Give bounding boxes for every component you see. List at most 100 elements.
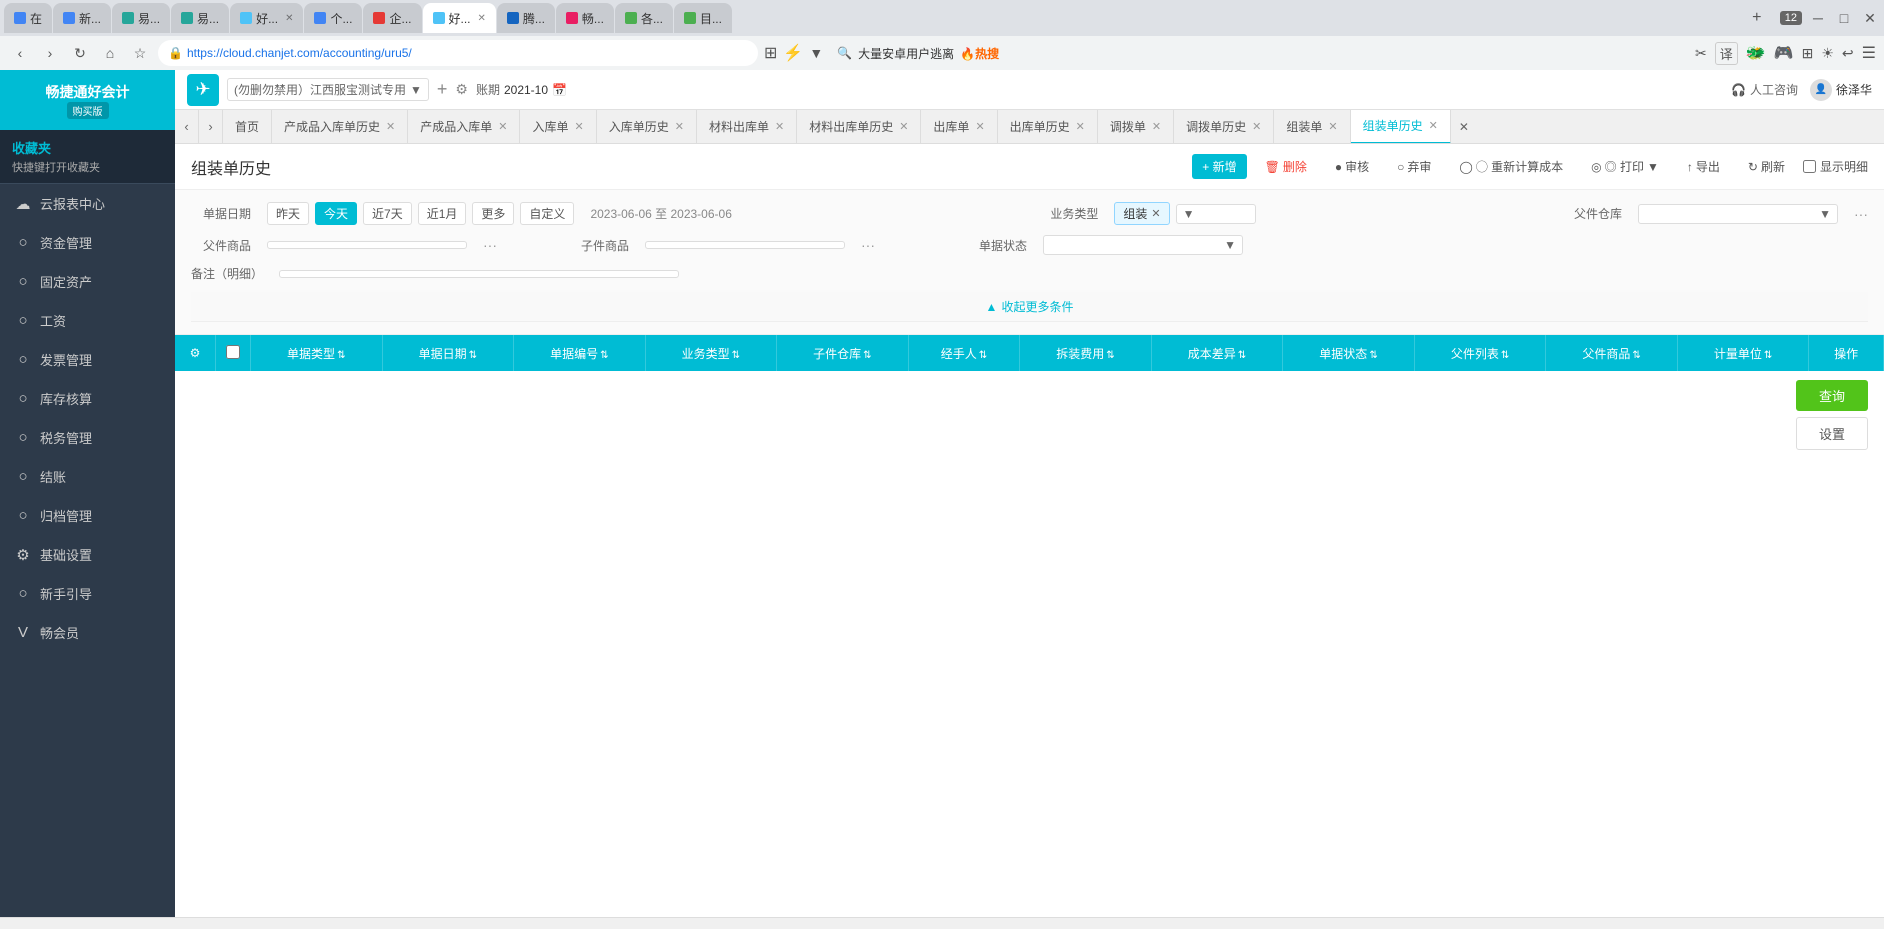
sidebar-item-税务管理[interactable]: ○税务管理: [0, 418, 175, 457]
page-tab-调拨单[interactable]: 调拨单✕: [1098, 110, 1174, 144]
show-detail-checkbox[interactable]: [1803, 160, 1816, 173]
page-tab-材料出库单历史[interactable]: 材料出库单历史✕: [797, 110, 921, 144]
tag-remove-btn[interactable]: ✕: [1151, 207, 1160, 220]
col-unit[interactable]: 计量单位⇅: [1677, 335, 1809, 371]
parent-warehouse-dropdown[interactable]: ▼: [1638, 204, 1838, 224]
select-all-checkbox[interactable]: [226, 345, 240, 359]
page-tab-产成品入库单历史[interactable]: 产成品入库单历史✕: [272, 110, 408, 144]
close-button[interactable]: ✕: [1860, 10, 1880, 27]
delete-btn[interactable]: 🗑 删除: [1255, 154, 1317, 179]
child-goods-input[interactable]: [645, 241, 845, 249]
col-bill-date[interactable]: 单据日期⇅: [382, 335, 514, 371]
sidebar-item-资金管理[interactable]: ○资金管理: [0, 223, 175, 262]
page-tab-close[interactable]: ✕: [1429, 119, 1438, 132]
browser-tab-9[interactable]: 腾...: [497, 3, 555, 33]
date-btn-今天[interactable]: 今天: [315, 202, 357, 225]
period-selector[interactable]: 账期 2021-10 📅: [476, 81, 567, 98]
new-btn[interactable]: + 新增: [1192, 154, 1246, 179]
table-checkbox-col[interactable]: [216, 335, 251, 371]
sidebar-item-畅会员[interactable]: V畅会员: [0, 613, 175, 652]
export-btn[interactable]: ↑ 导出: [1677, 154, 1730, 179]
grid-icon[interactable]: ⊞: [1802, 45, 1814, 62]
menu-icon[interactable]: ☰: [1862, 43, 1876, 63]
settings-btn[interactable]: ⚙: [455, 81, 468, 98]
browser-tab-7[interactable]: 企...: [363, 3, 421, 33]
page-tab-调拨单历史[interactable]: 调拨单历史✕: [1174, 110, 1274, 144]
refresh-btn[interactable]: ↻ 刷新: [1738, 154, 1795, 179]
table-settings-col[interactable]: ⚙: [175, 335, 216, 371]
date-btn-自定义[interactable]: 自定义: [520, 202, 574, 225]
sun-icon[interactable]: ☀: [1821, 45, 1834, 62]
undo-icon[interactable]: ↩: [1842, 45, 1854, 62]
page-tab-首页[interactable]: 首页: [223, 110, 272, 144]
minimize-button[interactable]: ─: [1808, 10, 1828, 26]
col-bill-no[interactable]: 单据编号⇅: [514, 335, 646, 371]
sidebar-item-工资[interactable]: ○工资: [0, 301, 175, 340]
back-button[interactable]: ‹: [8, 41, 32, 65]
date-btn-近7天[interactable]: 近7天: [363, 202, 412, 225]
page-tab-close[interactable]: ✕: [1152, 120, 1161, 133]
address-bar[interactable]: 🔒 https://cloud.chanjet.com/accounting/u…: [158, 40, 758, 66]
date-btn-昨天[interactable]: 昨天: [267, 202, 309, 225]
browser-tab-8[interactable]: 好...✕: [423, 3, 496, 33]
abandon-btn[interactable]: ○ 弃审: [1387, 154, 1441, 179]
page-tab-出库单历史[interactable]: 出库单历史✕: [998, 110, 1098, 144]
col-business-type[interactable]: 业务类型⇅: [645, 335, 777, 371]
add-company-btn[interactable]: +: [437, 79, 448, 100]
query-btn[interactable]: 查询: [1796, 380, 1868, 411]
parent-goods-dots[interactable]: ···: [483, 237, 497, 253]
business-type-dropdown[interactable]: ▼: [1176, 204, 1256, 224]
audit-btn[interactable]: ● 审核: [1325, 154, 1379, 179]
maximize-button[interactable]: □: [1834, 10, 1854, 26]
page-tab-材料出库单[interactable]: 材料出库单✕: [697, 110, 797, 144]
page-tab-出库单[interactable]: 出库单✕: [921, 110, 997, 144]
browser-tab-5[interactable]: 好...✕: [230, 3, 303, 33]
browser-tab-4[interactable]: 易...: [171, 3, 229, 33]
bill-status-dropdown[interactable]: ▼: [1043, 235, 1243, 255]
new-tab-button[interactable]: +: [1743, 4, 1771, 32]
sidebar-item-库存核算[interactable]: ○库存核算: [0, 379, 175, 418]
browser-tab-2[interactable]: 新...: [53, 3, 111, 33]
browser-tab-3[interactable]: 易...: [112, 3, 170, 33]
scissors-icon[interactable]: ✂: [1695, 45, 1707, 62]
date-btn-近1月[interactable]: 近1月: [418, 202, 467, 225]
col-cost-diff[interactable]: 成本差异⇅: [1151, 335, 1283, 371]
page-tab-组装单历史[interactable]: 组装单历史✕: [1351, 110, 1451, 144]
page-tab-close[interactable]: ✕: [1328, 120, 1337, 133]
child-goods-dots[interactable]: ···: [861, 237, 875, 253]
sidebar-item-基础设置[interactable]: ⚙基础设置: [0, 535, 175, 574]
sidebar-item-归档管理[interactable]: ○归档管理: [0, 496, 175, 535]
col-parent-list[interactable]: 父件列表⇅: [1414, 335, 1546, 371]
tabs-close-all-btn[interactable]: ✕: [1451, 110, 1477, 144]
page-tab-close[interactable]: ✕: [1252, 120, 1261, 133]
print-btn[interactable]: ◎ ◎ 打印 ▼: [1581, 154, 1669, 179]
page-tab-产成品入库单[interactable]: 产成品入库单✕: [408, 110, 520, 144]
page-tab-入库单[interactable]: 入库单✕: [520, 110, 596, 144]
sidebar-item-结账[interactable]: ○结账: [0, 457, 175, 496]
emoji-icon[interactable]: 🐲: [1746, 43, 1766, 63]
company-selector[interactable]: (勿删勿禁用）江西服宝测试专用 ▼: [227, 78, 429, 101]
browser-tab-12[interactable]: 目...: [674, 3, 732, 33]
page-tab-close[interactable]: ✕: [899, 120, 908, 133]
page-tab-close[interactable]: ✕: [386, 120, 395, 133]
col-parent-goods[interactable]: 父件商品⇅: [1546, 335, 1678, 371]
col-assemble-cost[interactable]: 拆装费用⇅: [1020, 335, 1152, 371]
browser-tab-1[interactable]: 在: [4, 3, 52, 33]
collapse-bar[interactable]: ▲ 收起更多条件: [191, 292, 1868, 322]
scrollbar-area[interactable]: [0, 917, 1884, 929]
browser-tab-6[interactable]: 个...: [304, 3, 362, 33]
lightning-icon[interactable]: ⚡: [783, 43, 803, 63]
translate-icon[interactable]: 译: [1715, 42, 1738, 65]
browser-tab-11[interactable]: 各...: [615, 3, 673, 33]
sidebar-item-发票管理[interactable]: ○发票管理: [0, 340, 175, 379]
col-bill-status[interactable]: 单据状态⇅: [1283, 335, 1415, 371]
show-detail-checkbox-label[interactable]: 显示明细: [1803, 158, 1868, 175]
recalculate-btn[interactable]: ◯ ◯ 重新计算成本: [1449, 154, 1573, 179]
page-tab-入库单历史[interactable]: 入库单历史✕: [597, 110, 697, 144]
page-tab-close[interactable]: ✕: [975, 120, 984, 133]
tabs-left-arrow[interactable]: ‹: [175, 110, 199, 144]
dropdown-icon[interactable]: ▼: [809, 45, 823, 61]
col-child-warehouse[interactable]: 子件仓库⇅: [777, 335, 909, 371]
bookmark-button[interactable]: ☆: [128, 41, 152, 65]
qr-icon[interactable]: ⊞: [764, 43, 777, 63]
